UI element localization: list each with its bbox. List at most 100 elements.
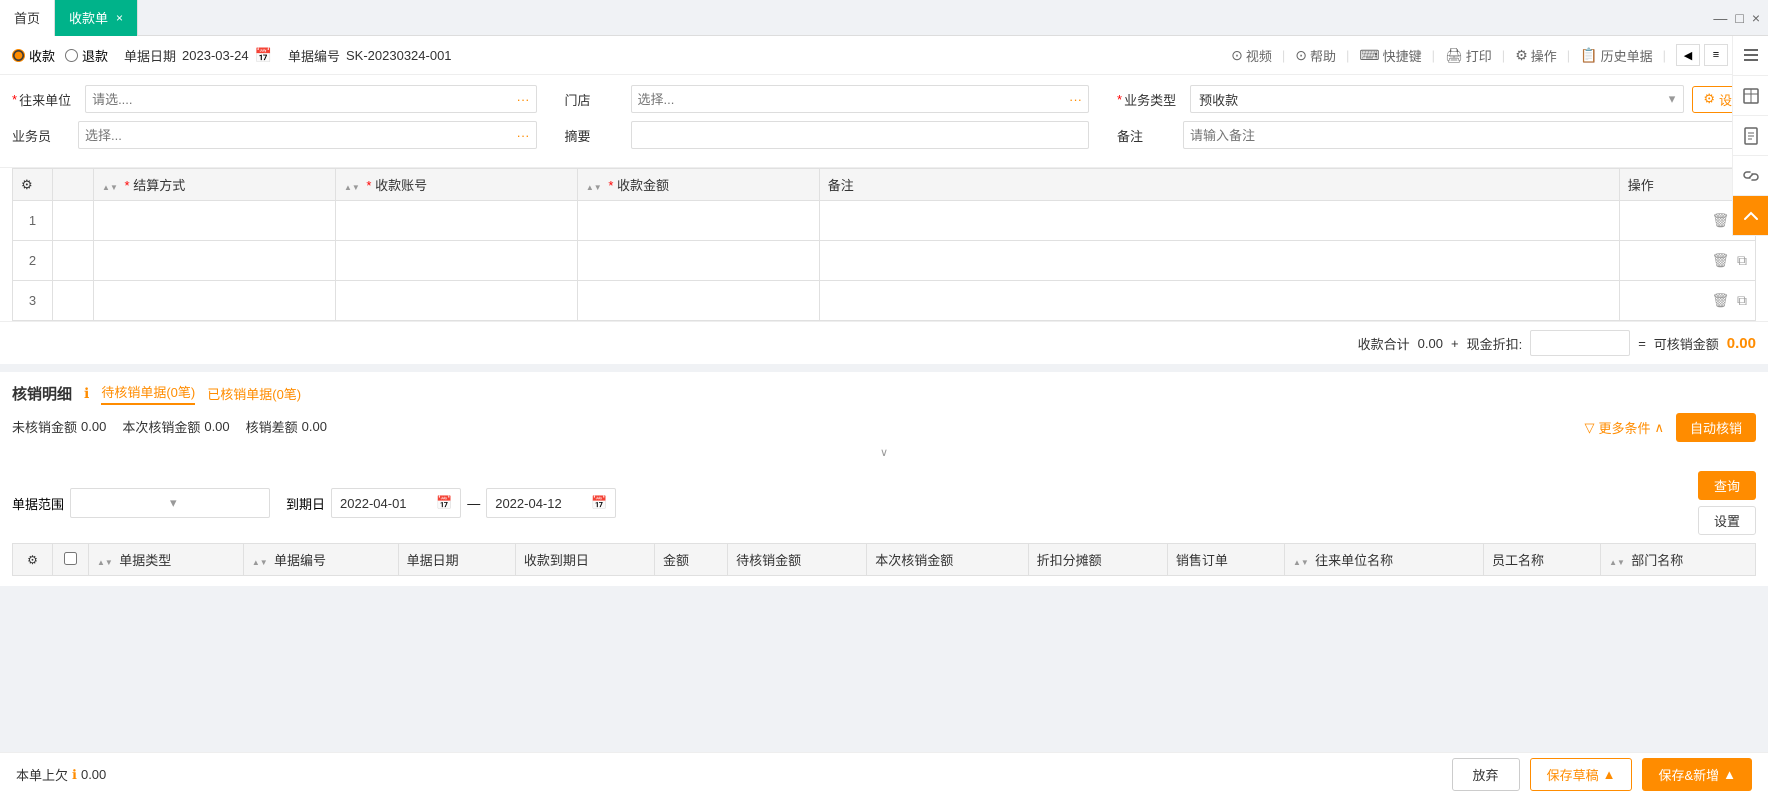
summary-input[interactable] [638,128,1083,143]
business-type-field: * 业务类型 预收款 ▾ ⚙ 设置 [1117,85,1756,113]
counterparty-more-icon[interactable]: ··· [517,92,530,107]
store-input[interactable] [638,92,1066,107]
save-draft-btn[interactable]: 保存草稿 ▲ [1530,758,1633,791]
window-close-btn[interactable]: × [1752,10,1760,26]
date-range: 到期日 📅 — 📅 [286,488,616,518]
more-conditions-btn[interactable]: ▽ 更多条件 ∧ [1584,418,1664,437]
select-all-checkbox[interactable] [64,552,77,565]
tab-close-icon[interactable]: × [116,11,123,25]
sub-table-wrap: ⚙ ▲▼ 单据类型 ▲▼ 单据编号 单据日期 [12,543,1756,576]
sub-col-dept: ▲▼ 部门名称 [1601,544,1756,576]
receipt-radio[interactable]: 收款 [12,46,55,65]
save-new-btn[interactable]: 保存&新增 ▲ [1642,758,1752,791]
side-icon-1[interactable] [1733,36,1768,76]
calendar-icon[interactable]: 📅 [255,47,272,64]
range-select[interactable]: ▾ [70,488,270,518]
sub-col-order: 销售订单 [1167,544,1284,576]
row-1-amount[interactable] [577,201,819,241]
bottom-info-icon[interactable]: ℹ [72,767,77,783]
date-to-wrap[interactable]: 📅 [486,488,616,518]
row-1-account[interactable] [335,201,577,241]
sub-col-gear[interactable]: ⚙ [13,544,53,576]
summary-input-wrap[interactable] [631,121,1090,149]
row-3-amount[interactable] [577,281,819,321]
print-btn[interactable]: 🖨 打印 [1445,46,1492,65]
col-gear[interactable]: ⚙ [13,169,53,201]
pending-tab[interactable]: 待核销单据(0笔) [101,382,195,405]
sub-col-amount: 金额 [655,544,728,576]
salesperson-input-wrap[interactable]: ··· [78,121,537,149]
row-3-copy-icon[interactable]: ⧉ [1737,292,1747,308]
row-2-delete-icon[interactable]: 🗑 [1712,252,1730,268]
bottom-info: 本单上欠 ℹ 0.00 [16,765,106,784]
business-type-chevron[interactable]: ▾ [1669,91,1676,107]
counterparty-input-wrap[interactable]: ··· [85,85,536,113]
row-2-copy-icon[interactable]: ⧉ [1737,252,1747,268]
prev-view-btn[interactable]: ◀ [1676,44,1700,66]
salesperson-more-icon[interactable]: ··· [517,128,530,143]
calendar-to-icon[interactable]: 📅 [591,495,607,511]
help-btn[interactable]: ⊙ 帮助 [1295,46,1336,65]
row-3-account[interactable] [335,281,577,321]
date-to-input[interactable] [495,496,585,511]
row-2-amount[interactable] [577,241,819,281]
side-icon-link[interactable] [1733,156,1768,196]
draft-chevron-icon[interactable]: ▲ [1603,767,1616,782]
video-btn[interactable]: ⊙ 视频 [1231,46,1272,65]
save-chevron-icon[interactable]: ▲ [1723,767,1736,782]
side-icon-table[interactable] [1733,76,1768,116]
row-2-remark[interactable] [819,241,1619,281]
abandon-btn[interactable]: 放弃 [1452,758,1520,791]
query-btn[interactable]: 查询 [1698,471,1756,500]
salesperson-field: 业务员 ··· [12,121,545,149]
row-3-settlement[interactable] [94,281,336,321]
minimize-btn[interactable]: — [1713,10,1727,26]
tab-home[interactable]: 首页 [0,0,55,36]
col-amount: ▲▼ * 收款金额 [577,169,819,201]
sub-col-staff: 员工名称 [1483,544,1600,576]
row-2-account[interactable] [335,241,577,281]
tab-receipt-label: 收款单 [69,8,108,27]
maximize-btn[interactable]: □ [1735,10,1743,26]
window-actions: — □ × [1713,10,1768,26]
shortcut-btn[interactable]: ⌨ 快捷键 [1359,46,1421,65]
collapse-indicator[interactable]: ∨ [880,446,888,459]
sub-col-type: ▲▼ 单据类型 [89,544,244,576]
auto-verify-btn[interactable]: 自动核销 [1676,413,1756,442]
row-3-remark[interactable] [819,281,1619,321]
range-chevron[interactable]: ▾ [170,495,261,511]
sub-col-check[interactable] [53,544,89,576]
history-btn[interactable]: 📋 历史单据 [1580,46,1652,65]
refund-radio[interactable]: 退款 [65,46,108,65]
settings-query-btn[interactable]: 设置 [1698,506,1756,535]
help-icon: ⊙ [1295,47,1307,64]
calendar-from-icon[interactable]: 📅 [436,495,452,511]
list-view-btn[interactable]: ≡ [1704,44,1728,66]
side-icon-expand[interactable] [1733,196,1768,236]
tab-receipt[interactable]: 收款单 × [55,0,138,36]
done-tab[interactable]: 已核销单据(0笔) [207,384,301,403]
salesperson-input[interactable] [85,128,513,143]
store-more-icon[interactable]: ··· [1069,92,1082,107]
side-icon-doc[interactable] [1733,116,1768,156]
operation-btn[interactable]: ⚙ 操作 [1515,46,1557,65]
main-content: 收款 退款 单据日期 2023-03-24 📅 单据编号 SK-20230324… [0,36,1768,586]
note-input-wrap[interactable] [1183,121,1748,149]
note-input[interactable] [1190,128,1741,143]
store-input-wrap[interactable]: ··· [631,85,1090,113]
row-3-delete-icon[interactable]: 🗑 [1712,292,1730,308]
row-1-delete-icon[interactable]: 🗑 [1712,212,1730,228]
row-1-remark[interactable] [819,201,1619,241]
verify-info-icon[interactable]: ℹ [84,385,89,402]
discount-input[interactable] [1530,330,1630,356]
date-from-wrap[interactable]: 📅 [331,488,461,518]
range-field: 单据范围 ▾ [12,488,270,518]
counterparty-input[interactable] [92,92,512,107]
date-from-input[interactable] [340,496,430,511]
row-1-settlement[interactable] [94,201,336,241]
side-panel [1732,36,1768,236]
row-2-num: 2 [13,241,53,281]
row-2-settlement[interactable] [94,241,336,281]
sub-table-header: ⚙ ▲▼ 单据类型 ▲▼ 单据编号 单据日期 [13,544,1756,576]
row-1-empty [53,201,94,241]
